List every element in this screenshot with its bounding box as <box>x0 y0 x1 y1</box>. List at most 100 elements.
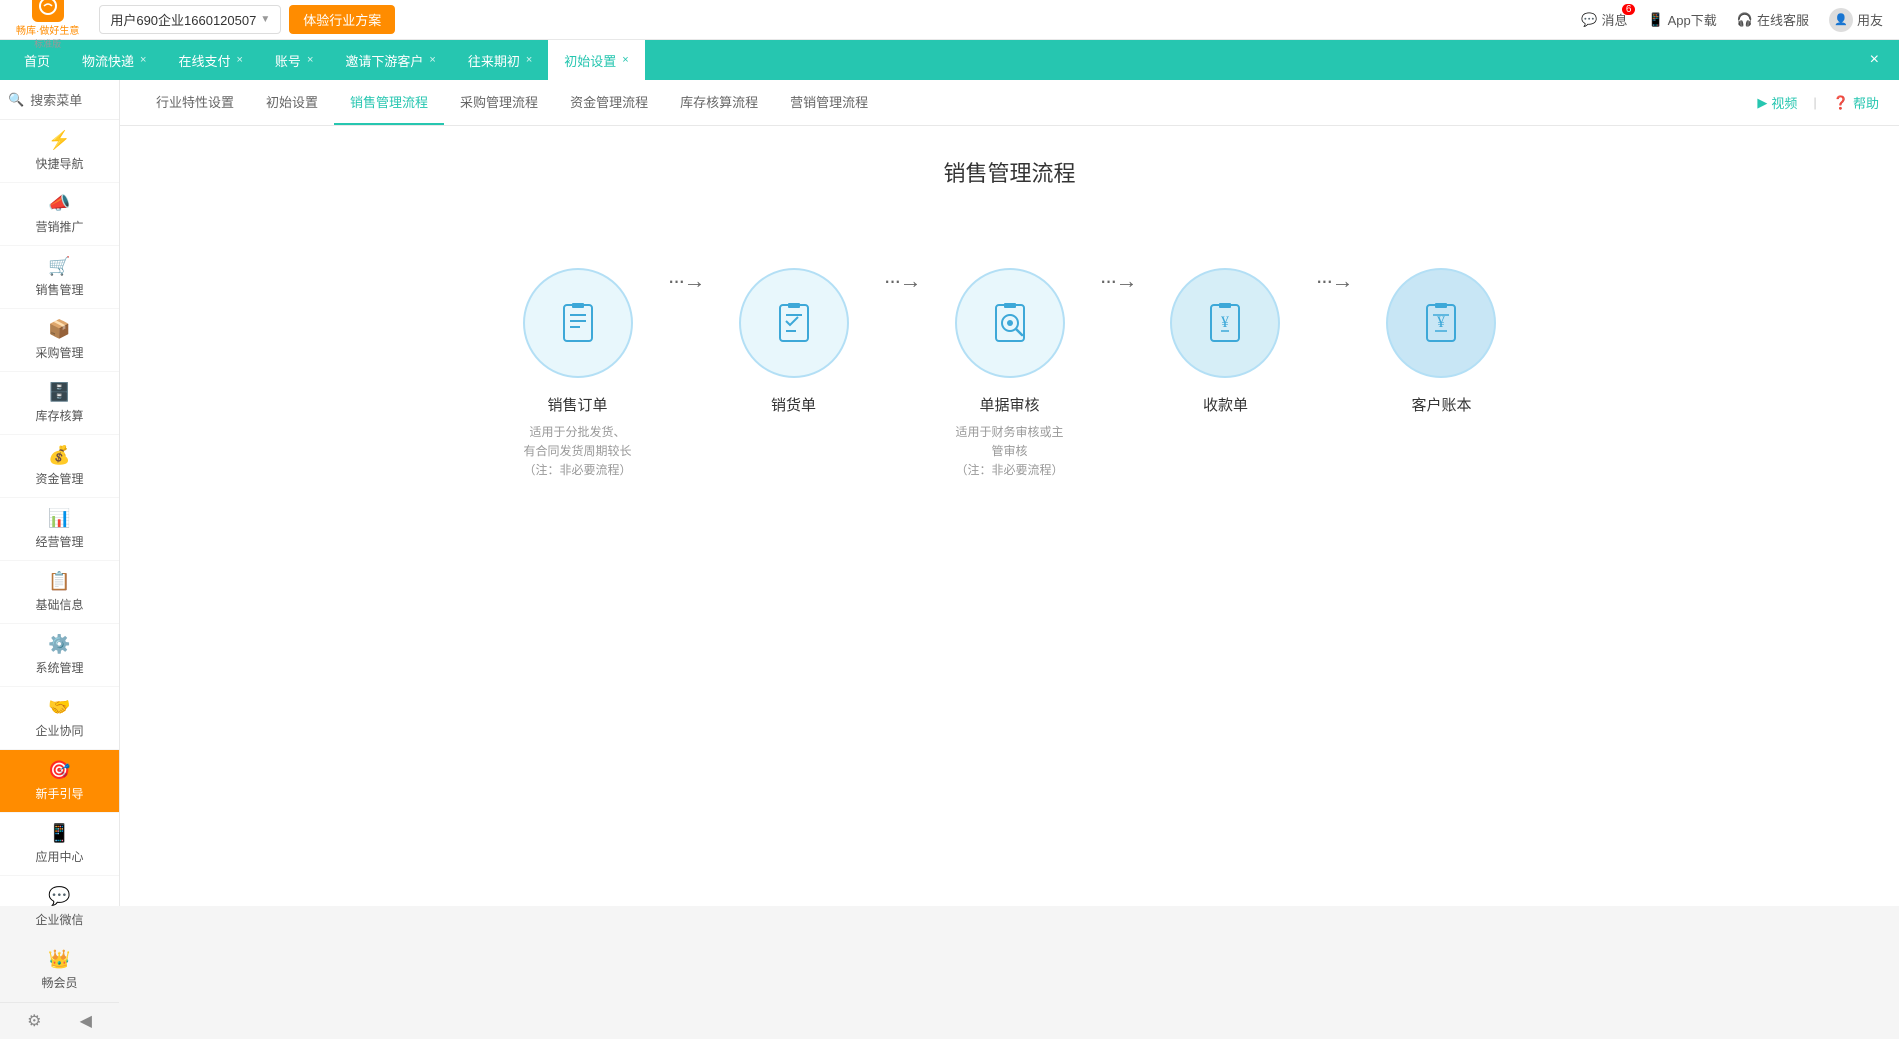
flow-item-sales-order[interactable]: 销售订单 适用于分批发货、有合同发货周期较长（注：非必要流程） <box>488 268 668 481</box>
settings-icon[interactable]: ⚙ <box>27 1011 41 1031</box>
download-icon: 📱 <box>1647 12 1663 28</box>
sidebar-item-operations[interactable]: 📊 经营管理 <box>0 498 119 561</box>
tab-payment-close[interactable]: × <box>236 54 242 66</box>
help-label: 帮助 <box>1853 93 1879 112</box>
flow-item-delivery[interactable]: 销货单 <box>704 268 884 423</box>
tab-payment-label: 在线支付 <box>178 51 230 70</box>
sidebar-enterprise-wechat-label: 企业微信 <box>35 911 83 928</box>
tab-init-close[interactable]: × <box>622 54 628 66</box>
sidebar-item-newbie[interactable]: 🎯 新手引导 <box>0 750 119 813</box>
sub-tab-purchase-flow[interactable]: 采购管理流程 <box>444 80 554 125</box>
sidebar-item-sales[interactable]: 🛒 销售管理 <box>0 246 119 309</box>
close-all-tabs-button[interactable]: × <box>1858 51 1891 69</box>
trial-button[interactable]: 体验行业方案 <box>289 5 395 34</box>
sub-tab-industry-label: 行业特性设置 <box>156 95 234 110</box>
sidebar-item-enterprise-wechat[interactable]: 💬 企业微信 <box>0 876 119 939</box>
inventory-icon: 🗄️ <box>48 382 70 403</box>
tab-period-close[interactable]: × <box>526 54 532 66</box>
sidebar-quicknav-label: 快捷导航 <box>35 155 83 172</box>
help-button[interactable]: ❓ 帮助 <box>1833 93 1879 112</box>
sidebar-item-enterprise-coop[interactable]: 🤝 企业协同 <box>0 687 119 750</box>
flow-desc-audit: 适用于财务审核或主管审核（注：非必要流程） <box>955 423 1063 481</box>
flow-circle-delivery <box>739 268 849 378</box>
sub-tab-industry[interactable]: 行业特性设置 <box>140 80 250 125</box>
flow-item-account[interactable]: ¥ 客户账本 <box>1351 268 1531 423</box>
user-name: 用友 <box>1857 10 1883 29</box>
video-icon: ▶ <box>1757 95 1767 111</box>
sidebar-item-marketing[interactable]: 📣 营销推广 <box>0 183 119 246</box>
sub-tab-inventory-flow[interactable]: 库存核算流程 <box>664 80 774 125</box>
sidebar-item-finance[interactable]: 💰 资金管理 <box>0 435 119 498</box>
app-label: App下载 <box>1668 10 1717 29</box>
sidebar-finance-label: 资金管理 <box>35 470 83 487</box>
flow-circle-audit <box>955 268 1065 378</box>
sub-tab-marketing-flow[interactable]: 营销管理流程 <box>774 80 884 125</box>
sidebar-bottom: ⚙ ◀ <box>0 1002 119 1039</box>
app-download-button[interactable]: 📱 App下载 <box>1647 10 1716 29</box>
logo-icon <box>32 0 64 22</box>
tab-init-settings[interactable]: 初始设置 × <box>548 40 644 80</box>
sub-tab-initial[interactable]: 初始设置 <box>250 80 334 125</box>
sidebar-item-search[interactable]: 🔍 搜索菜单 <box>0 80 119 120</box>
sidebar-sales-label: 销售管理 <box>35 281 83 298</box>
tab-invite-close[interactable]: × <box>429 54 435 66</box>
brand-name: 畅库·做好生意 <box>16 22 79 37</box>
tab-account-close[interactable]: × <box>307 54 313 66</box>
user-avatar-area[interactable]: 👤 用友 <box>1829 8 1883 32</box>
operations-icon: 📊 <box>48 508 70 529</box>
online-service-button[interactable]: 🎧 在线客服 <box>1737 10 1809 29</box>
sidebar-item-purchase[interactable]: 📦 采购管理 <box>0 309 119 372</box>
sidebar-item-basic-info[interactable]: 📋 基础信息 <box>0 561 119 624</box>
collapse-icon[interactable]: ◀ <box>80 1011 92 1031</box>
flow-circle-account: ¥ <box>1386 268 1496 378</box>
flow-arrow-3: ···→ <box>1100 268 1136 374</box>
sales-icon: 🛒 <box>48 256 70 277</box>
flow-label-delivery: 销货单 <box>771 394 816 415</box>
sub-tab-finance-flow[interactable]: 资金管理流程 <box>554 80 664 125</box>
sidebar-item-system[interactable]: ⚙️ 系统管理 <box>0 624 119 687</box>
divider: | <box>1813 95 1816 110</box>
sub-tab-sales-flow[interactable]: 销售管理流程 <box>334 80 444 125</box>
sub-tab-marketing-flow-label: 营销管理流程 <box>790 95 868 110</box>
brand-subtitle: 标准版 <box>34 37 61 50</box>
user-selector[interactable]: 用户690企业1660120507 ▼ <box>99 5 281 34</box>
flow-label-receipt: 收款单 <box>1203 394 1248 415</box>
flow-item-receipt[interactable]: ¥ 收款单 <box>1135 268 1315 423</box>
sub-tabs: 行业特性设置 初始设置 销售管理流程 采购管理流程 资金管理流程 库存核算流程 <box>120 80 1899 126</box>
top-bar: 畅库·做好生意 标准版 用户690企业1660120507 ▼ 体验行业方案 💬… <box>0 0 1899 40</box>
marketing-icon: 📣 <box>48 193 70 214</box>
flow-desc-sales-order: 适用于分批发货、有合同发货周期较长（注：非必要流程） <box>524 423 632 481</box>
top-bar-left: 畅库·做好生意 标准版 用户690企业1660120507 ▼ 体验行业方案 <box>16 0 395 50</box>
sidebar-item-vip[interactable]: 👑 畅会员 <box>0 939 119 1002</box>
sidebar-app-center-label: 应用中心 <box>35 848 83 865</box>
sub-tab-inventory-flow-label: 库存核算流程 <box>680 95 758 110</box>
flow-item-audit[interactable]: 单据审核 适用于财务审核或主管审核（注：非必要流程） <box>920 268 1100 481</box>
sidebar-operations-label: 经营管理 <box>35 533 83 550</box>
tab-logistics-close[interactable]: × <box>140 54 146 66</box>
finance-icon: 💰 <box>48 445 70 466</box>
sidebar-enterprise-coop-label: 企业协同 <box>35 722 83 739</box>
sidebar: 🔍 搜索菜单 ⚡ 快捷导航 📣 营销推广 🛒 销售管理 📦 采购管理 🗄️ 库存… <box>0 80 120 906</box>
svg-text:¥: ¥ <box>1437 314 1445 331</box>
tab-home-label: 首页 <box>24 51 50 70</box>
tab-period[interactable]: 往来期初 × <box>452 40 548 80</box>
vip-icon: 👑 <box>48 949 70 970</box>
sub-tabs-right: ▶ 视频 | ❓ 帮助 <box>1757 93 1879 112</box>
tab-logistics-label: 物流快递 <box>82 51 134 70</box>
message-button[interactable]: 💬 消息 6 <box>1581 10 1627 29</box>
sidebar-marketing-label: 营销推广 <box>35 218 83 235</box>
page-title: 销售管理流程 <box>160 156 1859 188</box>
sub-tab-purchase-flow-label: 采购管理流程 <box>460 95 538 110</box>
page-content: 销售管理流程 销售订单 适用于分批发货、有合同 <box>120 126 1899 531</box>
sidebar-item-quicknav[interactable]: ⚡ 快捷导航 <box>0 120 119 183</box>
sidebar-item-app-center[interactable]: 📱 应用中心 <box>0 813 119 876</box>
enterprise-coop-icon: 🤝 <box>48 697 70 718</box>
brand-logo: 畅库·做好生意 标准版 <box>16 0 79 50</box>
top-bar-right: 💬 消息 6 📱 App下载 🎧 在线客服 👤 用友 <box>1581 8 1883 32</box>
flow-label-audit: 单据审核 <box>979 394 1039 415</box>
sidebar-system-label: 系统管理 <box>35 659 83 676</box>
video-help-button[interactable]: ▶ 视频 <box>1757 93 1797 112</box>
purchase-icon: 📦 <box>48 319 70 340</box>
sidebar-item-inventory[interactable]: 🗄️ 库存核算 <box>0 372 119 435</box>
video-label: 视频 <box>1771 93 1797 112</box>
